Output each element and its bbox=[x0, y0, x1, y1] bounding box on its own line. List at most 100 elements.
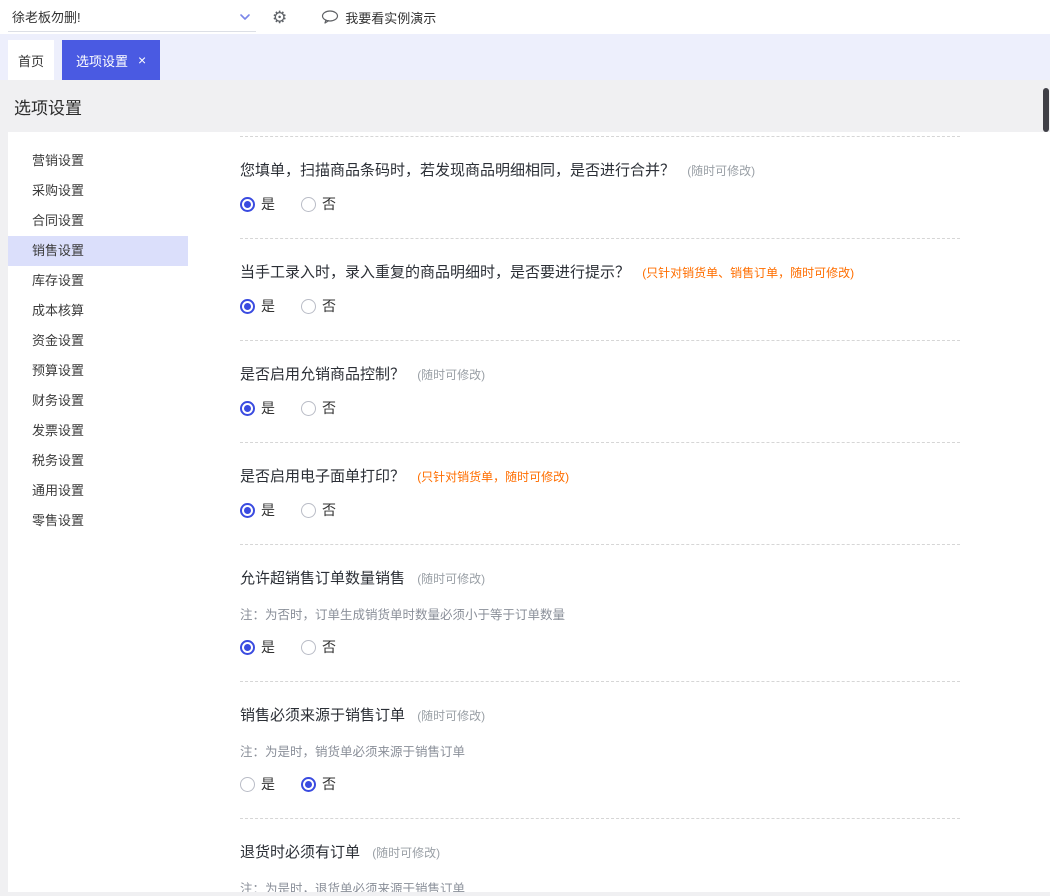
chevron-down-icon bbox=[238, 10, 252, 24]
gear-icon[interactable]: ⚙ bbox=[272, 9, 287, 26]
radio-circle bbox=[240, 197, 255, 212]
setting-question: 是否启用允销商品控制？ (随时可修改) bbox=[240, 363, 960, 384]
radio-no[interactable]: 否 bbox=[301, 398, 336, 418]
setting-note: (随时可修改) bbox=[417, 572, 485, 586]
radio-circle bbox=[301, 299, 316, 314]
setting-question: 允许超销售订单数量销售 (随时可修改) bbox=[240, 567, 960, 588]
radio-yes[interactable]: 是 bbox=[240, 194, 275, 214]
radio-yes-label: 是 bbox=[261, 637, 275, 657]
radio-circle bbox=[240, 401, 255, 416]
radio-circle bbox=[301, 197, 316, 212]
setting-question: 是否启用电子面单打印？ (只针对销货单，随时可修改) bbox=[240, 465, 960, 486]
tab-options-label: 选项设置 bbox=[76, 51, 128, 70]
radio-group: 是 否 bbox=[240, 194, 960, 214]
chat-bubble-icon bbox=[321, 10, 339, 24]
radio-yes[interactable]: 是 bbox=[240, 398, 275, 418]
sidebar-item-costing[interactable]: 成本核算 bbox=[8, 296, 188, 326]
setting-question: 您填单，扫描商品条码时，若发现商品明细相同，是否进行合并？ (随时可修改) bbox=[240, 159, 960, 180]
title-bar: 选项设置 bbox=[0, 80, 1050, 132]
setting-merge-barcode: 您填单，扫描商品条码时，若发现商品明细相同，是否进行合并？ (随时可修改) 是 … bbox=[240, 137, 960, 239]
sidebar-item-general[interactable]: 通用设置 bbox=[8, 476, 188, 506]
radio-yes-label: 是 bbox=[261, 774, 275, 794]
sidebar-item-finance[interactable]: 财务设置 bbox=[8, 386, 188, 416]
sidebar-item-retail[interactable]: 零售设置 bbox=[8, 506, 188, 536]
setting-oversell-order-qty: 允许超销售订单数量销售 (随时可修改) 注：为否时，订单生成销货单时数量必须小于… bbox=[240, 545, 960, 682]
setting-note: (只针对销货单，随时可修改) bbox=[417, 470, 569, 484]
tab-home-label: 首页 bbox=[18, 51, 44, 70]
radio-no[interactable]: 否 bbox=[301, 296, 336, 316]
radio-yes-label: 是 bbox=[261, 398, 275, 418]
tab-home[interactable]: 首页 bbox=[8, 40, 54, 80]
radio-yes[interactable]: 是 bbox=[240, 500, 275, 520]
radio-circle bbox=[240, 640, 255, 655]
question-text: 允许超销售订单数量销售 bbox=[240, 570, 405, 587]
question-text: 您填单，扫描商品条码时，若发现商品明细相同，是否进行合并？ bbox=[240, 162, 675, 179]
radio-yes-label: 是 bbox=[261, 194, 275, 214]
tab-options-settings[interactable]: 选项设置 × bbox=[62, 40, 160, 80]
radio-no-label: 否 bbox=[322, 194, 336, 214]
question-text: 退货时必须有订单 bbox=[240, 844, 360, 861]
setting-question: 退货时必须有订单 (随时可修改) bbox=[240, 841, 960, 862]
sidebar-item-marketing[interactable]: 营销设置 bbox=[8, 146, 188, 176]
page-title: 选项设置 bbox=[14, 94, 82, 119]
question-text: 销售必须来源于销售订单 bbox=[240, 707, 405, 724]
radio-yes[interactable]: 是 bbox=[240, 774, 275, 794]
sidebar-item-inventory[interactable]: 库存设置 bbox=[8, 266, 188, 296]
radio-no-label: 否 bbox=[322, 296, 336, 316]
demo-link[interactable]: 我要看实例演示 bbox=[321, 8, 436, 27]
radio-circle bbox=[240, 299, 255, 314]
setting-duplicate-prompt: 当手工录入时，录入重复的商品明细时，是否要进行提示？ (只针对销货单、销售订单，… bbox=[240, 239, 960, 341]
setting-subnote: 注：为是时，退货单必须来源于销售订单 bbox=[240, 878, 960, 892]
radio-no[interactable]: 否 bbox=[301, 194, 336, 214]
sidebar-item-funds[interactable]: 资金设置 bbox=[8, 326, 188, 356]
radio-no[interactable]: 否 bbox=[301, 500, 336, 520]
tab-bar: 首页 选项设置 × bbox=[0, 34, 1050, 80]
setting-subnote: 注：为是时，销货单必须来源于销售订单 bbox=[240, 741, 960, 760]
radio-circle bbox=[301, 777, 316, 792]
setting-subnote: 注：为否时，订单生成销货单时数量必须小于等于订单数量 bbox=[240, 604, 960, 623]
sidebar-item-purchase[interactable]: 采购设置 bbox=[8, 176, 188, 206]
radio-no[interactable]: 否 bbox=[301, 774, 336, 794]
sidebar-item-tax[interactable]: 税务设置 bbox=[8, 446, 188, 476]
radio-yes[interactable]: 是 bbox=[240, 296, 275, 316]
radio-group: 是 否 bbox=[240, 774, 960, 794]
settings-panel: 您填单，扫描商品条码时，若发现商品明细相同，是否进行合并？ (随时可修改) 是 … bbox=[188, 132, 1050, 892]
radio-circle bbox=[240, 503, 255, 518]
sidebar: 营销设置 采购设置 合同设置 销售设置 库存设置 成本核算 资金设置 预算设置 … bbox=[8, 132, 188, 892]
sidebar-item-budget[interactable]: 预算设置 bbox=[8, 356, 188, 386]
setting-question: 销售必须来源于销售订单 (随时可修改) bbox=[240, 704, 960, 725]
setting-note: (只针对销货单、销售订单，随时可修改) bbox=[642, 266, 854, 280]
question-text: 是否启用允销商品控制？ bbox=[240, 366, 405, 383]
sidebar-item-invoice[interactable]: 发票设置 bbox=[8, 416, 188, 446]
radio-group: 是 否 bbox=[240, 296, 960, 316]
setting-eprint-waybill: 是否启用电子面单打印？ (只针对销货单，随时可修改) 是 否 bbox=[240, 443, 960, 545]
question-text: 当手工录入时，录入重复的商品明细时，是否要进行提示？ bbox=[240, 264, 630, 281]
sidebar-item-contract[interactable]: 合同设置 bbox=[8, 206, 188, 236]
setting-note: (随时可修改) bbox=[687, 164, 755, 178]
radio-group: 是 否 bbox=[240, 637, 960, 657]
radio-circle bbox=[301, 503, 316, 518]
workspace-select[interactable]: 徐老板勿删! bbox=[8, 2, 256, 32]
radio-group: 是 否 bbox=[240, 500, 960, 520]
question-text: 是否启用电子面单打印？ bbox=[240, 468, 405, 485]
radio-no-label: 否 bbox=[322, 637, 336, 657]
demo-link-label: 我要看实例演示 bbox=[345, 8, 436, 27]
scrollbar-thumb[interactable] bbox=[1043, 88, 1049, 132]
setting-allow-sale-control: 是否启用允销商品控制？ (随时可修改) 是 否 bbox=[240, 341, 960, 443]
radio-no[interactable]: 否 bbox=[301, 637, 336, 657]
radio-no-label: 否 bbox=[322, 398, 336, 418]
radio-yes-label: 是 bbox=[261, 500, 275, 520]
setting-return-needs-order: 退货时必须有订单 (随时可修改) 注：为是时，退货单必须来源于销售订单 是 否 bbox=[240, 819, 960, 892]
radio-circle bbox=[240, 777, 255, 792]
setting-note: (随时可修改) bbox=[417, 368, 485, 382]
close-icon[interactable]: × bbox=[138, 53, 146, 67]
radio-circle bbox=[301, 401, 316, 416]
radio-group: 是 否 bbox=[240, 398, 960, 418]
radio-yes-label: 是 bbox=[261, 296, 275, 316]
setting-note: (随时可修改) bbox=[372, 846, 440, 860]
radio-yes[interactable]: 是 bbox=[240, 637, 275, 657]
radio-no-label: 否 bbox=[322, 500, 336, 520]
sidebar-item-sales[interactable]: 销售设置 bbox=[8, 236, 188, 266]
settings-sections: 您填单，扫描商品条码时，若发现商品明细相同，是否进行合并？ (随时可修改) 是 … bbox=[240, 136, 960, 892]
radio-no-label: 否 bbox=[322, 774, 336, 794]
